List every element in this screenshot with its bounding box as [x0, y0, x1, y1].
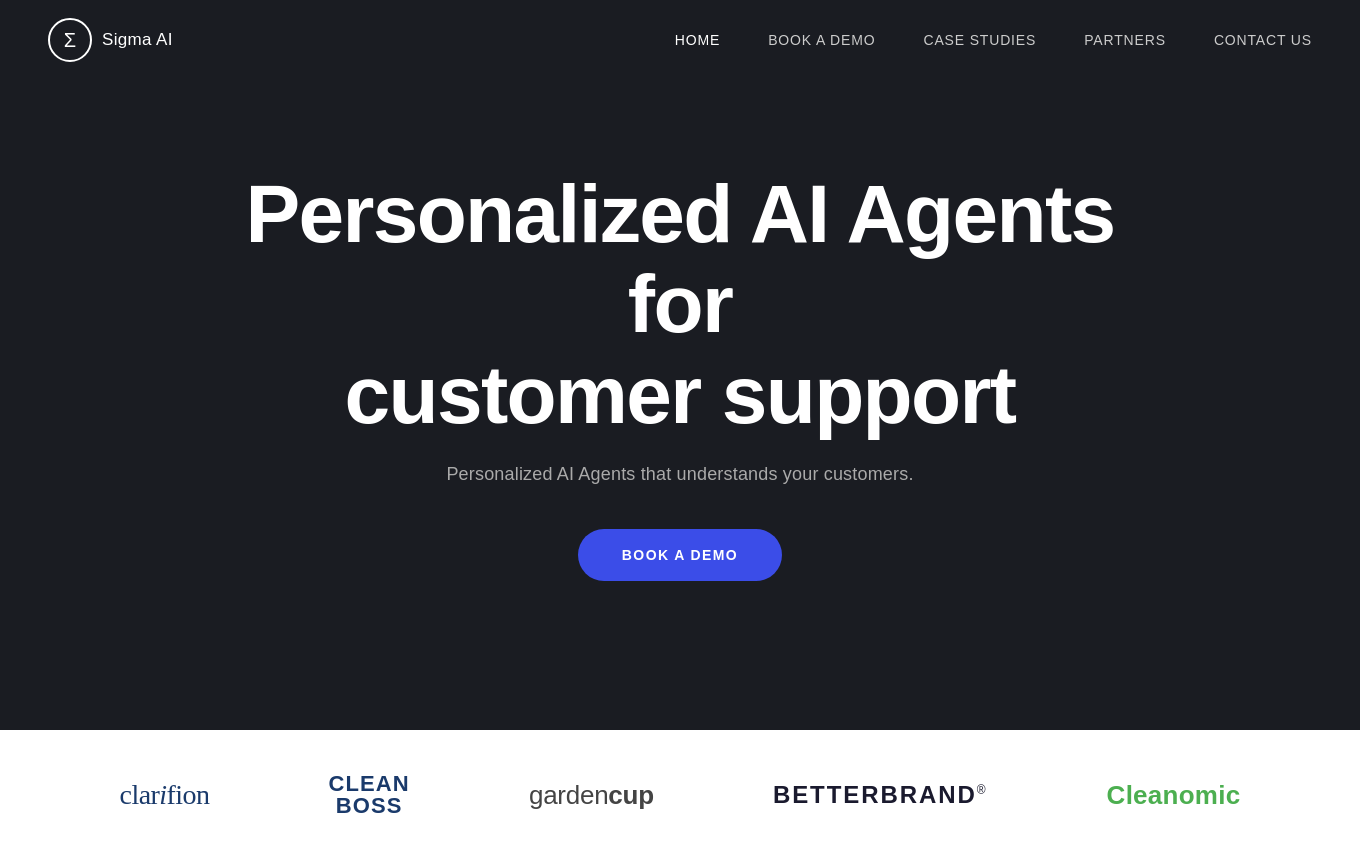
hero-subtitle: Personalized AI Agents that understands … — [446, 464, 913, 485]
nav-link-book-demo[interactable]: BOOK A DEMO — [768, 32, 875, 48]
nav-links: HOME BOOK A DEMO CASE STUDIES PARTNERS C… — [675, 31, 1312, 49]
logo-cleanomic: Cleanomic — [1107, 770, 1241, 820]
nav-item-case-studies[interactable]: CASE STUDIES — [923, 31, 1036, 49]
nav-item-contact-us[interactable]: CONTACT US — [1214, 31, 1312, 49]
nav-item-partners[interactable]: PARTNERS — [1084, 31, 1166, 49]
nav-link-contact-us[interactable]: CONTACT US — [1214, 32, 1312, 48]
logo-icon: Σ — [48, 18, 92, 62]
logo-betterbrand: BETTERBRAND® — [773, 770, 988, 820]
hero-title: Personalized AI Agents for customer supp… — [230, 169, 1130, 440]
logo-clarifion: clarifion — [120, 770, 210, 820]
hero-cta-button[interactable]: BOOK A DEMO — [578, 529, 782, 581]
hero-section: Personalized AI Agents for customer supp… — [0, 0, 1360, 730]
nav-item-book-demo[interactable]: BOOK A DEMO — [768, 31, 875, 49]
logo-cleanboss: CLEAN BOSS — [329, 770, 410, 820]
nav-link-partners[interactable]: PARTNERS — [1084, 32, 1166, 48]
logos-strip: clarifion CLEAN BOSS gardencup BETTERBRA… — [0, 730, 1360, 859]
navbar: Σ Sigma AI HOME BOOK A DEMO CASE STUDIES… — [0, 0, 1360, 80]
nav-item-home[interactable]: HOME — [675, 31, 720, 49]
nav-link-home[interactable]: HOME — [675, 32, 720, 48]
logo-gardencup: gardencup — [529, 770, 654, 820]
logo-text: Sigma AI — [102, 30, 173, 50]
nav-link-case-studies[interactable]: CASE STUDIES — [923, 32, 1036, 48]
logo-link[interactable]: Σ Sigma AI — [48, 18, 173, 62]
